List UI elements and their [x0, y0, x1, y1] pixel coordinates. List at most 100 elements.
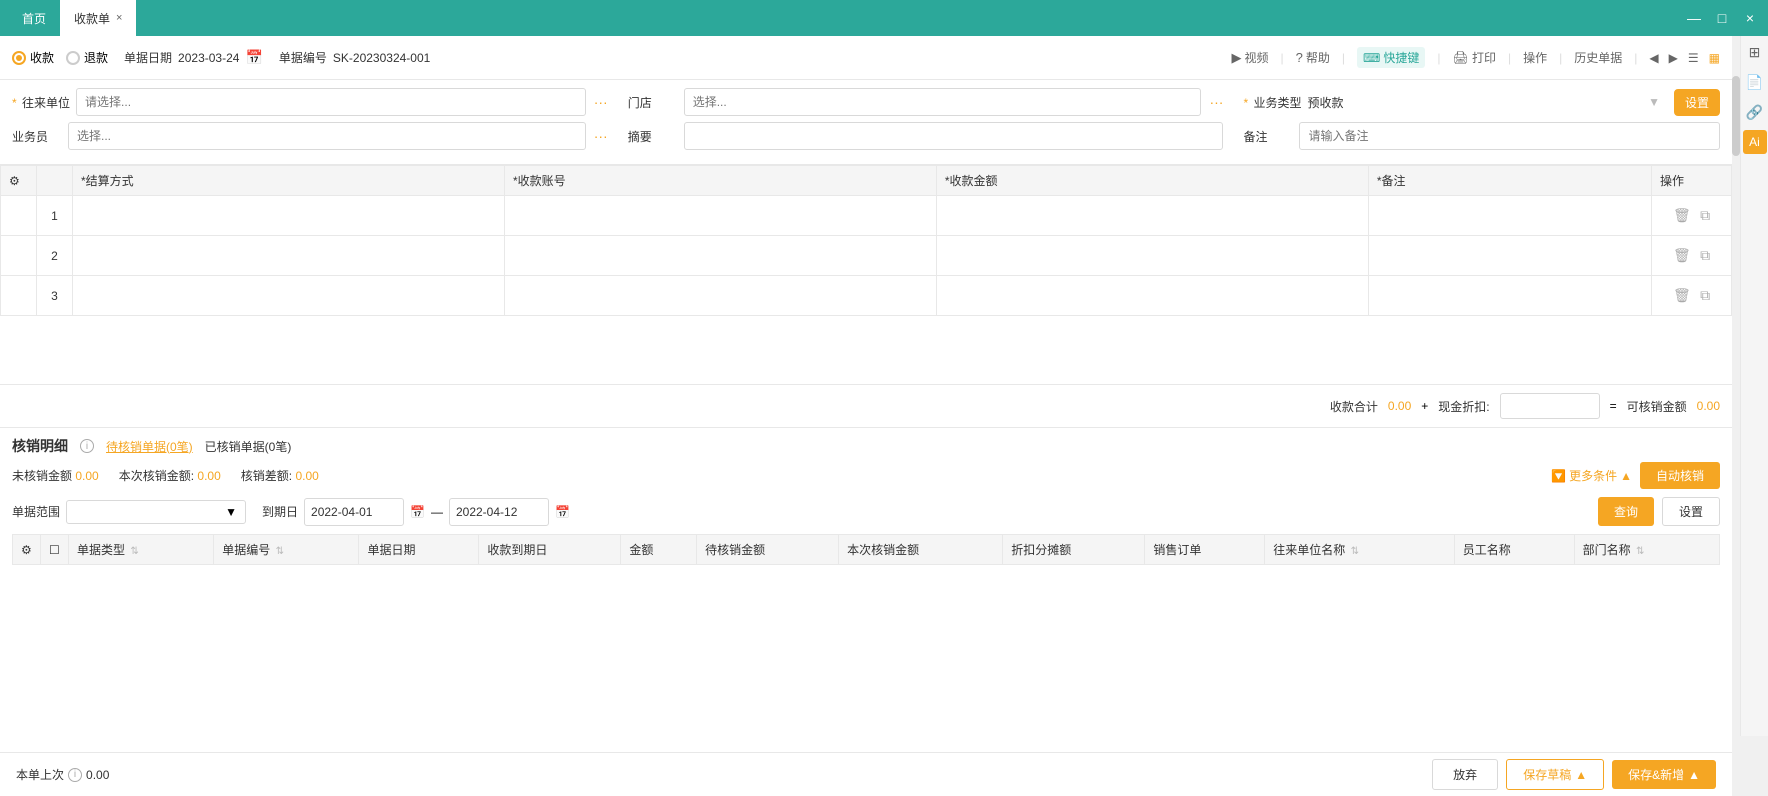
nav-prev-icon[interactable]: ◀ [1649, 51, 1658, 65]
row1-account[interactable] [504, 196, 936, 236]
tab-current[interactable]: 收款单 × [60, 0, 136, 36]
row3-delete-icon[interactable]: 🗑 [1673, 287, 1691, 303]
nav-next-icon[interactable]: ▶ [1669, 51, 1678, 65]
salesperson-more-icon[interactable]: ··· [594, 128, 608, 144]
done-tab[interactable]: 已核销单据(0笔) [205, 438, 292, 455]
row3-index: 3 [37, 276, 73, 316]
print-icon: 🖨 [1452, 50, 1469, 66]
date-from-input[interactable] [304, 498, 404, 526]
wo-counterpart-col: 往来单位名称 ⇅ [1265, 535, 1455, 565]
total-label: 收款合计 [1330, 398, 1378, 415]
scroll-thumb[interactable] [1732, 76, 1740, 156]
grid-view-icon[interactable]: ▦ [1709, 51, 1720, 65]
sidebar-link-icon[interactable]: 🔗 [1743, 100, 1767, 124]
store-input[interactable] [684, 88, 1202, 116]
sidebar-doc-icon[interactable]: 📄 [1743, 70, 1767, 94]
summary-group: 摘要 [628, 122, 1224, 150]
help-btn[interactable]: ? 帮助 [1296, 49, 1330, 66]
row1-copy-icon[interactable]: ⧉ [1700, 207, 1710, 223]
pending-tab[interactable]: 待核销单据(0笔) [106, 438, 193, 455]
close-button[interactable]: × [1740, 8, 1760, 28]
calendar-from-icon[interactable]: 📅 [410, 505, 425, 519]
video-btn[interactable]: ▶ 视频 [1232, 49, 1269, 66]
calendar-to-icon[interactable]: 📅 [555, 505, 570, 519]
bottom-actions: 放弃 保存草稿 ▲ 保存&新增 ▲ [1432, 759, 1716, 790]
radio-refund[interactable]: 退款 [66, 49, 108, 66]
range-dropdown[interactable]: ▼ [66, 500, 246, 524]
top-toolbar: 收款 退款 单据日期 2023-03-24 📅 单据编号 SK-20230324… [0, 36, 1732, 80]
wo-check-col[interactable]: ☐ [41, 535, 69, 565]
shortcut-btn[interactable]: ⌨ 快捷键 [1357, 47, 1425, 68]
row1-note[interactable] [1368, 196, 1651, 236]
minimize-button[interactable]: — [1684, 8, 1704, 28]
store-label: 门店 [628, 94, 678, 111]
abandon-button[interactable]: 放弃 [1432, 759, 1498, 790]
row3-note[interactable] [1368, 276, 1651, 316]
auto-writeoff-button[interactable]: 自动核销 [1640, 462, 1720, 489]
cash-discount-input[interactable] [1500, 393, 1600, 419]
writeoff-settings-button[interactable]: 设置 [1662, 497, 1720, 526]
col-note: *备注 [1368, 166, 1651, 196]
query-button[interactable]: 查询 [1598, 497, 1654, 526]
row1-amount[interactable] [936, 196, 1368, 236]
remarks-input[interactable] [1299, 122, 1720, 150]
row3-copy-icon[interactable]: ⧉ [1700, 287, 1710, 303]
row3-account[interactable] [504, 276, 936, 316]
table-settings-col[interactable]: ⚙ [1, 166, 37, 196]
wo-number-col: 单据编号 ⇅ [214, 535, 359, 565]
radio-receive[interactable]: 收款 [12, 49, 54, 66]
summary-input[interactable] [684, 122, 1224, 150]
writeoff-stats: 未核销金额 0.00 本次核销金额: 0.00 核销差额: 0.00 🔽 更多条… [12, 462, 1720, 489]
calendar-icon[interactable]: 📅 [245, 49, 262, 66]
row3-settlement[interactable] [73, 276, 505, 316]
counterpart-more-icon[interactable]: ··· [594, 94, 608, 110]
receipt-table: ⚙ *结算方式 *收款账号 *收款金额 *备注 [0, 165, 1732, 316]
row1-delete-icon[interactable]: 🗑 [1673, 207, 1691, 223]
row2-settlement[interactable] [73, 236, 505, 276]
save-draft-button[interactable]: 保存草稿 ▲ [1506, 759, 1604, 790]
sidebar-ai-icon[interactable]: Ai [1743, 130, 1767, 154]
save-new-button[interactable]: 保存&新增 ▲ [1612, 760, 1716, 789]
tab-home[interactable]: 首页 [8, 0, 60, 36]
history-btn[interactable]: 历史单据 [1574, 49, 1622, 66]
payment-type-radio: 收款 退款 [12, 49, 108, 66]
wo-type-sort[interactable]: ⇅ [130, 546, 138, 557]
row2-copy-icon[interactable]: ⧉ [1700, 247, 1710, 263]
remarks-label: 备注 [1243, 128, 1293, 145]
writeoff-info-icon[interactable]: i [80, 439, 94, 453]
salesperson-group: 业务员 ··· [12, 122, 608, 150]
more-conditions-btn[interactable]: 🔽 更多条件 ▲ [1551, 467, 1632, 484]
sidebar-table-icon[interactable]: ⊞ [1743, 40, 1767, 64]
row2-delete-icon[interactable]: 🗑 [1673, 247, 1691, 263]
tab-close-icon[interactable]: × [116, 12, 122, 24]
date-to-input[interactable] [449, 498, 549, 526]
maximize-button[interactable]: □ [1712, 8, 1732, 28]
wo-pending-col: 待核销金额 [697, 535, 839, 565]
writeoff-title: 核销明细 [12, 436, 68, 456]
prev-info-icon[interactable]: i [68, 768, 82, 782]
form-settings-button[interactable]: 设置 [1674, 89, 1720, 116]
due-date-filter: 到期日 📅 — 📅 [262, 498, 570, 526]
this-time-value: 0.00 [197, 469, 220, 483]
radio-receive-circle [12, 51, 26, 65]
list-view-icon[interactable]: ☰ [1688, 51, 1699, 65]
store-more-icon[interactable]: ··· [1209, 94, 1223, 110]
salesperson-input[interactable] [68, 122, 586, 150]
row2-note[interactable] [1368, 236, 1651, 276]
store-group: 门店 ··· [628, 88, 1224, 116]
form-row-1: * 往来单位 ··· 门店 ··· * 业务类型 预收款 [12, 88, 1720, 116]
wo-number-sort[interactable]: ⇅ [276, 546, 284, 557]
business-type-dropdown-icon[interactable]: ▼ [1648, 95, 1660, 109]
row3-amount[interactable] [936, 276, 1368, 316]
date-dash: — [431, 505, 443, 519]
video-label: 视频 [1245, 49, 1269, 66]
operation-btn[interactable]: 操作 [1523, 49, 1547, 66]
uncancelled-value: 0.00 [75, 469, 98, 483]
counterpart-input[interactable] [76, 88, 586, 116]
video-icon: ▶ [1232, 50, 1242, 66]
row2-account[interactable] [504, 236, 936, 276]
wo-gear-col[interactable]: ⚙ [13, 535, 41, 565]
row2-amount[interactable] [936, 236, 1368, 276]
row1-settlement[interactable] [73, 196, 505, 236]
print-btn[interactable]: 🖨 打印 [1452, 49, 1496, 66]
